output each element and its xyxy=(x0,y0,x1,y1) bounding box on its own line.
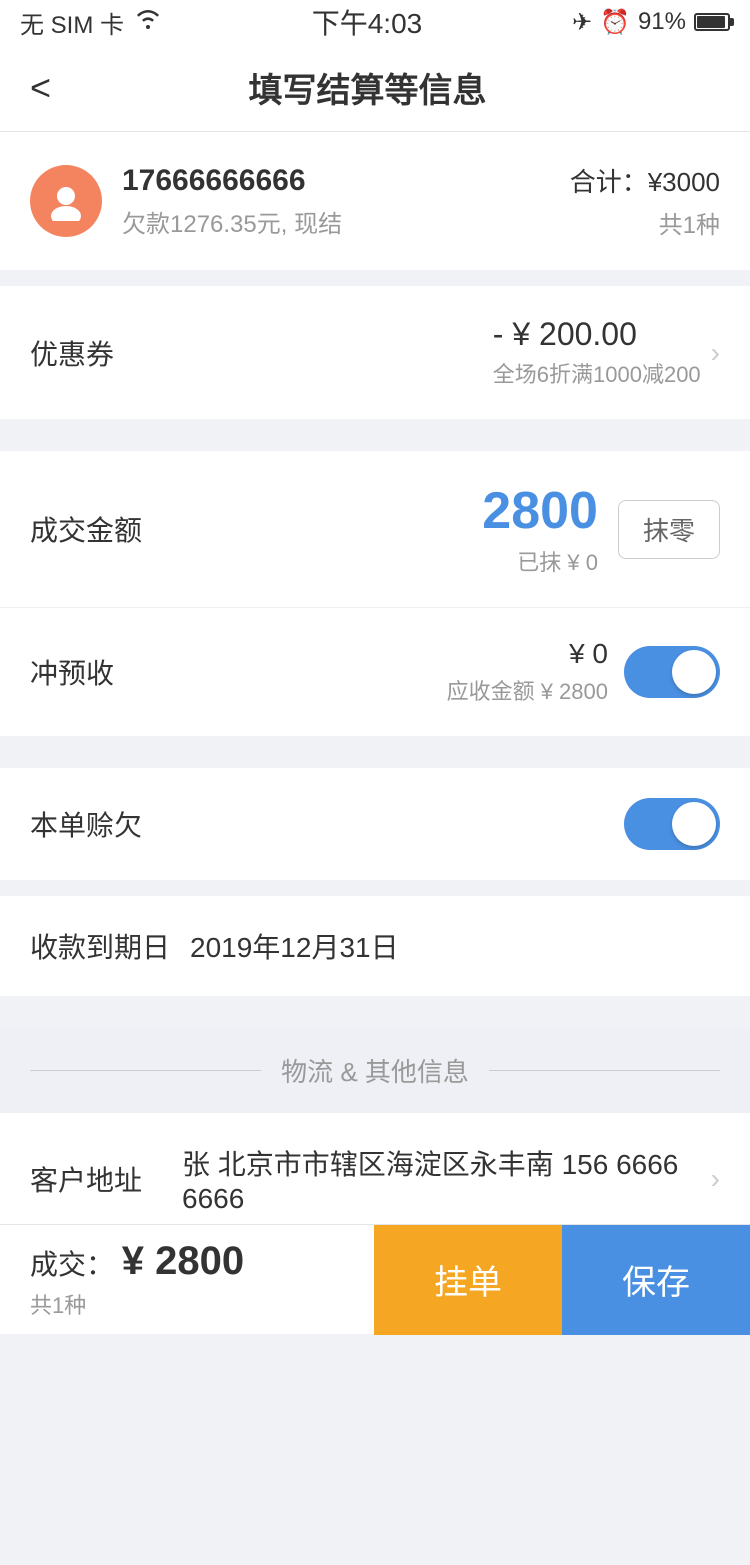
prepay-row: 冲预收 ¥ 0 应收金额 ¥ 2800 xyxy=(0,608,750,736)
amount-sub: 已抹 ¥ 0 xyxy=(482,545,598,577)
section-divider-1 xyxy=(0,435,750,451)
prepay-sub: 应收金额 ¥ 2800 xyxy=(447,674,608,706)
battery-percent: 91% xyxy=(638,8,686,36)
hang-button[interactable]: 挂单 xyxy=(374,1225,562,1335)
section-divider-2 xyxy=(0,752,750,768)
address-value: 张 北京市市辖区海淀区永丰南 156 6666 6666 xyxy=(182,1143,691,1215)
alarm-icon: ⏰ xyxy=(600,8,630,37)
customer-total: 合计：¥3000 共1种 xyxy=(570,162,720,240)
customer-card: 17666666666 欠款1276.35元, 现结 合计：¥3000 共1种 xyxy=(0,132,750,270)
prepay-toggle[interactable] xyxy=(624,646,720,698)
customer-sub-text: 欠款1276.35元, 现结 xyxy=(122,204,342,239)
bottom-count: 共1种 xyxy=(30,1288,344,1320)
logistics-line-right xyxy=(489,1070,720,1071)
prepay-right: ¥ 0 应收金额 ¥ 2800 xyxy=(447,638,720,706)
total-count: 共1种 xyxy=(570,205,720,240)
address-label: 客户地址 xyxy=(30,1159,142,1199)
debt-toggle[interactable] xyxy=(624,798,720,850)
logistics-line-left xyxy=(30,1070,261,1071)
bottom-bar: 成交： ¥ 2800 共1种 挂单 保存 xyxy=(0,1224,750,1334)
page-title: 填写结算等信息 xyxy=(71,63,664,112)
status-bar: 无 SIM 卡 下午4:03 ✈ ⏰ 91% xyxy=(0,0,750,44)
logistics-label: 物流 & 其他信息 xyxy=(281,1052,469,1089)
amount-value-area: 2800 已抹 ¥ 0 xyxy=(482,481,598,577)
amount-value: 2800 xyxy=(482,481,598,541)
address-chevron-icon: › xyxy=(711,1163,720,1195)
round-button[interactable]: 抹零 xyxy=(618,500,720,559)
amount-section: 成交金额 2800 已抹 ¥ 0 抹零 冲预收 ¥ 0 应收金额 ¥ 2800 xyxy=(0,451,750,736)
due-date-label: 收款到期日 xyxy=(30,926,170,966)
coupon-right: - ¥ 200.00 全场6折满1000减200 › xyxy=(493,316,720,389)
debt-row: 本单赊欠 xyxy=(0,768,750,880)
header: < 填写结算等信息 xyxy=(0,44,750,132)
coupon-discount: - ¥ 200.00 xyxy=(493,316,701,353)
debt-label: 本单赊欠 xyxy=(30,804,142,844)
battery-icon xyxy=(694,13,730,31)
save-button[interactable]: 保存 xyxy=(562,1225,750,1335)
due-date-value: 2019年12月31日 xyxy=(190,926,399,966)
prepay-value-area: ¥ 0 应收金额 ¥ 2800 xyxy=(447,638,608,706)
bottom-summary-label: 成交： xyxy=(30,1249,114,1280)
coupon-value-area: - ¥ 200.00 全场6折满1000减200 xyxy=(493,316,701,389)
status-time: 下午4:03 xyxy=(312,2,423,42)
debt-section: 本单赊欠 xyxy=(0,768,750,880)
coupon-label: 优惠券 xyxy=(30,333,114,373)
due-date-section: 收款到期日 2019年12月31日 xyxy=(0,896,750,996)
logistics-header: 物流 & 其他信息 xyxy=(0,1028,750,1113)
sim-status: 无 SIM 卡 xyxy=(20,5,124,40)
coupon-description: 全场6折满1000减200 xyxy=(493,357,701,389)
content: 17666666666 欠款1276.35元, 现结 合计：¥3000 共1种 … xyxy=(0,132,750,1565)
wifi-icon xyxy=(134,8,162,36)
section-divider-3 xyxy=(0,1012,750,1028)
coupon-row[interactable]: 优惠券 - ¥ 200.00 全场6折满1000减200 › xyxy=(0,286,750,419)
back-button[interactable]: < xyxy=(30,67,51,109)
amount-right: 2800 已抹 ¥ 0 抹零 xyxy=(482,481,720,577)
amount-label: 成交金额 xyxy=(30,509,142,549)
total-amount: 合计：¥3000 xyxy=(570,162,720,199)
avatar xyxy=(30,165,102,237)
customer-phone: 17666666666 xyxy=(122,164,342,198)
customer-info: 17666666666 欠款1276.35元, 现结 xyxy=(30,164,342,239)
status-right: ✈ ⏰ 91% xyxy=(572,8,730,37)
chevron-right-icon: › xyxy=(711,337,720,369)
bottom-summary-amount: ¥ 2800 xyxy=(122,1239,244,1283)
bottom-summary: 成交： ¥ 2800 共1种 xyxy=(0,1239,374,1320)
status-left: 无 SIM 卡 xyxy=(20,5,162,40)
location-icon: ✈ xyxy=(572,8,592,37)
customer-details: 17666666666 欠款1276.35元, 现结 xyxy=(122,164,342,239)
bottom-total-line: 成交： ¥ 2800 xyxy=(30,1239,344,1284)
amount-row: 成交金额 2800 已抹 ¥ 0 抹零 xyxy=(0,451,750,608)
prepay-label: 冲预收 xyxy=(30,652,114,692)
prepay-amount: ¥ 0 xyxy=(447,638,608,670)
